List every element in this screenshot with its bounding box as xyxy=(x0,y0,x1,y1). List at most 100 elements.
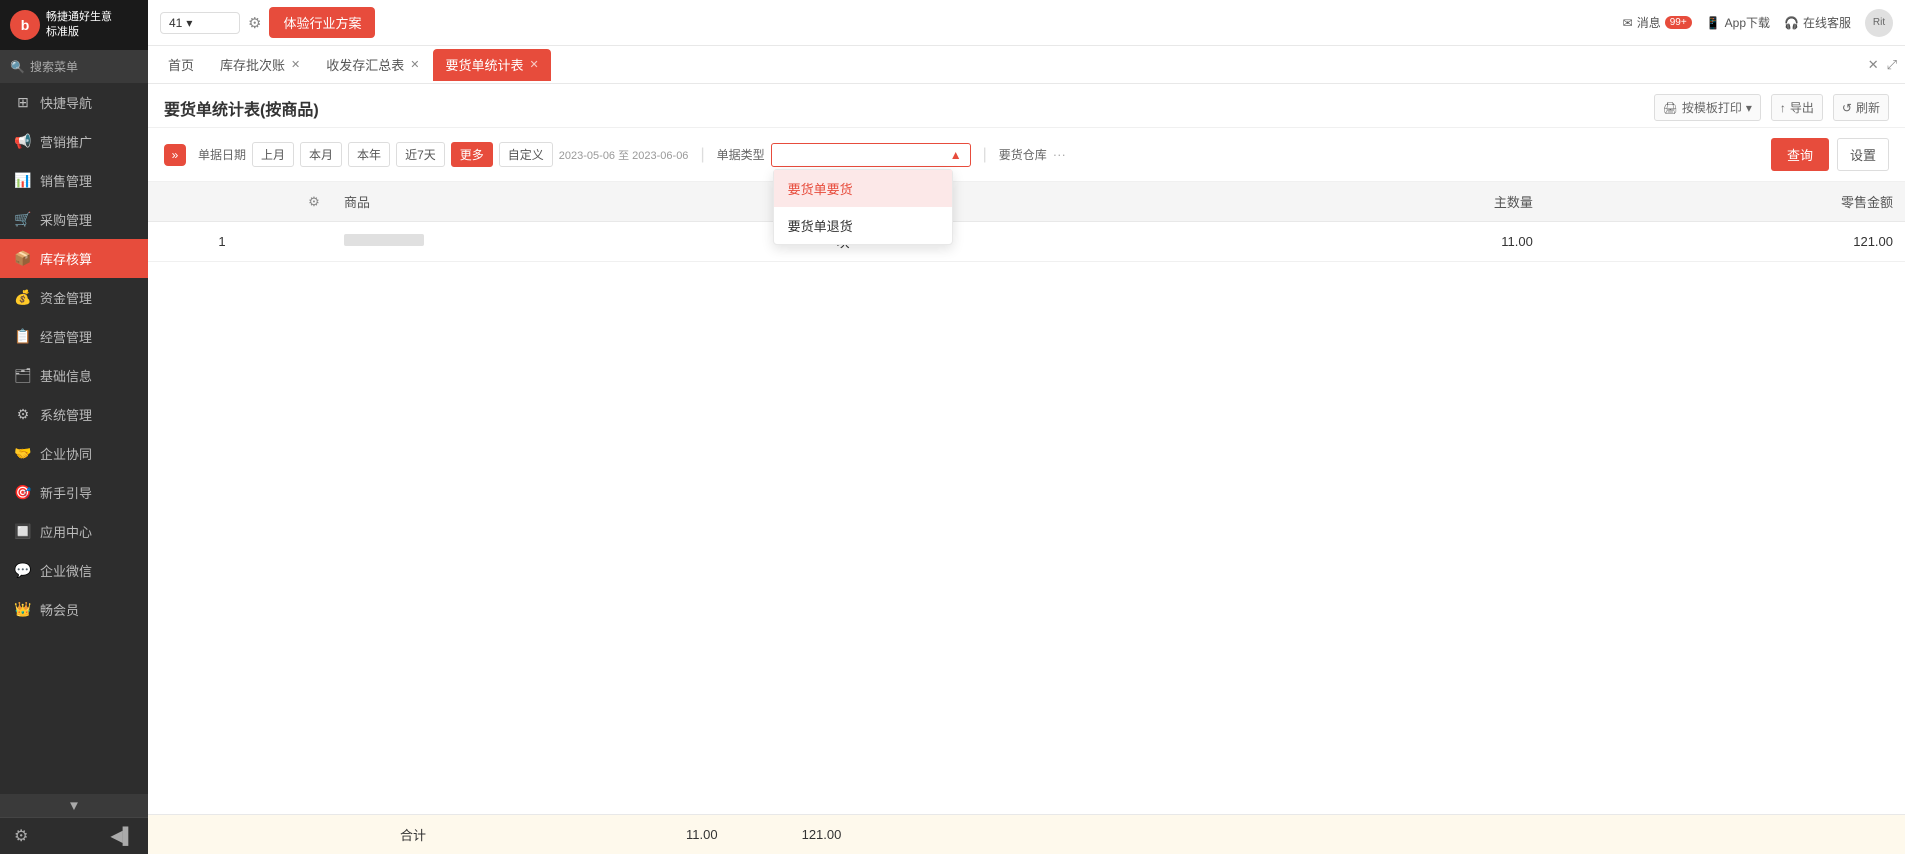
tab-home[interactable]: 首页 xyxy=(156,49,206,81)
more-options-icon[interactable]: ··· xyxy=(1053,147,1066,162)
date-week-btn[interactable]: 近7天 xyxy=(396,142,445,167)
setting-btn[interactable]: 设置 xyxy=(1837,138,1889,171)
type-select-value xyxy=(780,148,783,162)
app-download-btn[interactable]: 📱 App下载 xyxy=(1706,14,1770,31)
tab-close-batch[interactable]: ✕ xyxy=(291,58,300,71)
nav-icon-purchase: 🛒 xyxy=(14,211,32,229)
col-product: 商品 xyxy=(332,182,825,222)
query-btn[interactable]: 查询 xyxy=(1771,138,1829,171)
filter-toggle[interactable]: » xyxy=(164,144,186,166)
date-prev-btn[interactable]: 上月 xyxy=(252,142,294,167)
footer-qty: 11.00 xyxy=(686,827,718,842)
nav-icon-shortcut: ⊞ xyxy=(14,94,32,112)
avatar[interactable]: Rit xyxy=(1865,9,1893,37)
date-range-display: 2023-05-06 至 2023-06-06 xyxy=(559,147,689,163)
export-btn[interactable]: ↑ 导出 xyxy=(1771,94,1823,121)
logo-text: 畅捷通好生意 标准版 xyxy=(46,10,112,41)
sidebar-item-newbie[interactable]: 🎯 新手引导 xyxy=(0,473,148,512)
sidebar-item-purchase[interactable]: 🛒 采购管理 xyxy=(0,200,148,239)
trial-btn[interactable]: 体验行业方案 xyxy=(269,7,375,38)
cell-settings xyxy=(296,222,332,262)
page-title: 要货单统计表(按商品) xyxy=(164,96,319,120)
sidebar-search[interactable]: 🔍 搜索菜单 xyxy=(0,50,148,83)
expand-icon: ▾ xyxy=(1746,101,1752,115)
org-selector[interactable]: 41 ▾ xyxy=(160,12,240,34)
filter-separator: | xyxy=(700,146,704,164)
sidebar-item-appstore[interactable]: 🔲 应用中心 xyxy=(0,512,148,551)
filter-actions: 查询 设置 xyxy=(1771,138,1889,171)
search-icon: 🔍 xyxy=(10,60,25,74)
collapse-sidebar-icon[interactable]: ◀▌ xyxy=(110,826,134,846)
cell-amount: 121.00 xyxy=(1545,222,1905,262)
table-wrapper: ⚙ 商品 主计量单位 主数量 零售金额 1 块 xyxy=(148,182,1905,814)
date-year-btn[interactable]: 本年 xyxy=(348,142,390,167)
filter-separator-2: | xyxy=(983,146,987,164)
sidebar-item-shortcut[interactable]: ⊞ 快捷导航 xyxy=(0,83,148,122)
content: 要货单统计表(按商品) 🖨 按模板打印 ▾ ↑ 导出 ↺ 刷新 xyxy=(148,84,1905,854)
tab-close-icon[interactable]: ✕ xyxy=(1868,57,1879,73)
refresh-btn[interactable]: ↺ 刷新 xyxy=(1833,94,1889,121)
col-amount: 零售金额 xyxy=(1545,182,1905,222)
col-settings-header[interactable]: ⚙ xyxy=(296,182,332,222)
type-select[interactable]: ▲ xyxy=(771,143,971,167)
sidebar-item-wechat[interactable]: 💬 企业微信 xyxy=(0,551,148,590)
nav-icon-wechat: 💬 xyxy=(14,562,32,580)
phone-icon: 📱 xyxy=(1706,16,1721,30)
type-filter-group: 单据类型 ▲ 要货单要货 要货单退货 xyxy=(717,143,971,167)
filter-date-group: 单据日期 上月 本月 本年 近7天 更多 自定义 2023-05-06 至 20… xyxy=(198,142,688,167)
page-header: 要货单统计表(按商品) 🖨 按模板打印 ▾ ↑ 导出 ↺ 刷新 xyxy=(148,84,1905,128)
sidebar-item-base[interactable]: 🗂 基础信息 xyxy=(0,356,148,395)
sidebar-scroll-down[interactable]: ▼ xyxy=(0,794,148,817)
nav-icon-appstore: 🔲 xyxy=(14,523,32,541)
footer-label: 合计 xyxy=(400,825,426,844)
sidebar-footer: ⚙ ◀▌ xyxy=(0,817,148,854)
date-label: 单据日期 xyxy=(198,146,246,163)
date-curr-btn[interactable]: 本月 xyxy=(300,142,342,167)
nav-icon-inventory: 📦 xyxy=(14,250,32,268)
tab-summary[interactable]: 收发存汇总表 ✕ xyxy=(314,49,431,81)
tab-order-stat[interactable]: 要货单统计表 ✕ xyxy=(433,49,550,81)
logo-icon: b xyxy=(10,10,40,40)
sidebar-item-finance[interactable]: 💰 资金管理 xyxy=(0,278,148,317)
sidebar-item-marketing[interactable]: 📢 营销推广 xyxy=(0,122,148,161)
sidebar-item-inventory[interactable]: 📦 库存核算 xyxy=(0,239,148,278)
nav-icon-finance: 💰 xyxy=(14,289,32,307)
chevron-down-icon: ▾ xyxy=(186,16,192,30)
messages-btn[interactable]: ✉ 消息 99+ xyxy=(1623,14,1692,31)
nav-icon-newbie: 🎯 xyxy=(14,484,32,502)
sidebar-item-member[interactable]: 👑 畅会员 xyxy=(0,590,148,629)
message-icon: ✉ xyxy=(1623,16,1633,30)
col-seq xyxy=(148,182,296,222)
type-option-return[interactable]: 要货单退货 xyxy=(774,207,952,244)
settings-footer-icon[interactable]: ⚙ xyxy=(14,826,28,846)
sidebar-item-system[interactable]: ⚙ 系统管理 xyxy=(0,395,148,434)
tab-close-summary[interactable]: ✕ xyxy=(410,58,419,71)
cell-seq: 1 xyxy=(148,222,296,262)
topbar-right: ✉ 消息 99+ 📱 App下载 🎧 在线客服 Rit xyxy=(1623,9,1893,37)
tab-batch[interactable]: 库存批次账 ✕ xyxy=(208,49,312,81)
type-dropdown: 要货单要货 要货单退货 xyxy=(773,169,953,245)
cell-qty: 11.00 xyxy=(1246,222,1545,262)
sidebar-item-management[interactable]: 📋 经营管理 xyxy=(0,317,148,356)
sidebar-nav: ⊞ 快捷导航 📢 营销推广 📊 销售管理 🛒 采购管理 📦 库存核算 💰 资金管… xyxy=(0,83,148,794)
sidebar-item-enterprise[interactable]: 🤝 企业协同 xyxy=(0,434,148,473)
print-template-btn[interactable]: 🖨 按模板打印 ▾ xyxy=(1654,94,1761,121)
filter-warehouse-group: 要货仓库 ··· xyxy=(999,146,1066,163)
tab-expand-icon[interactable]: ⤢ xyxy=(1887,57,1897,73)
topbar-gear-icon[interactable]: ⚙ xyxy=(248,14,261,32)
date-more-btn[interactable]: 更多 xyxy=(451,142,493,167)
nav-icon-sales: 📊 xyxy=(14,172,32,190)
type-option-order[interactable]: 要货单要货 xyxy=(774,170,952,207)
table-row: 1 块 11.00 121.00 xyxy=(148,222,1905,262)
tabbar-controls: ✕ ⤢ xyxy=(1868,57,1897,73)
date-custom-btn[interactable]: 自定义 xyxy=(499,142,553,167)
tabbar: 首页 库存批次账 ✕ 收发存汇总表 ✕ 要货单统计表 ✕ ✕ ⤢ xyxy=(148,46,1905,84)
nav-icon-marketing: 📢 xyxy=(14,133,32,151)
message-badge: 99+ xyxy=(1665,16,1692,29)
filter-bar: » 单据日期 上月 本月 本年 近7天 更多 自定义 2023-05-06 至 … xyxy=(148,128,1905,182)
warehouse-label: 要货仓库 xyxy=(999,146,1047,163)
customer-service-btn[interactable]: 🎧 在线客服 xyxy=(1784,14,1851,31)
table-footer: 合计 11.00 121.00 xyxy=(148,814,1905,854)
tab-close-order-stat[interactable]: ✕ xyxy=(530,58,539,71)
sidebar-item-sales[interactable]: 📊 销售管理 xyxy=(0,161,148,200)
